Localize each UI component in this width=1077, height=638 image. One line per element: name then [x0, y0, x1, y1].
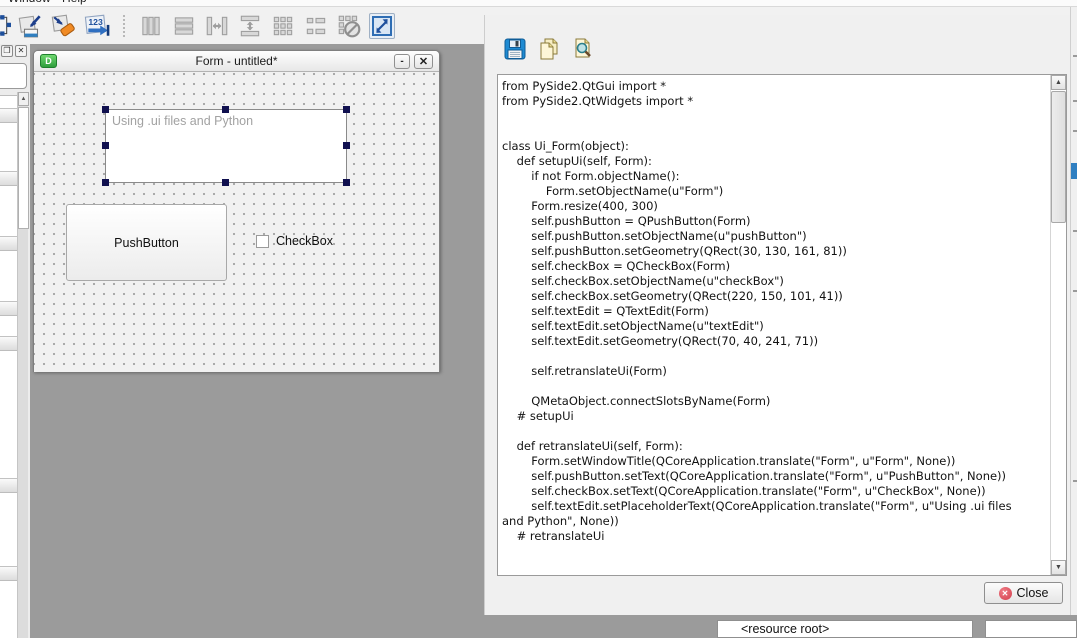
save-button[interactable] — [503, 37, 527, 61]
edit-widgets-icon — [0, 13, 11, 39]
code-preview-dialog: from PySide2.QtGui import * from PySide2… — [484, 15, 1070, 615]
edit-tab-order-icon: 123 — [84, 13, 110, 39]
code-view[interactable]: from PySide2.QtGui import * from PySide2… — [497, 74, 1067, 576]
dock-close-button[interactable]: ✕ — [15, 45, 27, 57]
tree-branch-mark — [1073, 100, 1077, 102]
close-dialog-button[interactable]: ✕ Close — [984, 582, 1063, 604]
resource-preview-panel — [985, 620, 1077, 638]
menu-item-window[interactable]: Window — [8, 0, 51, 5]
close-icon: ✕ — [18, 46, 25, 55]
break-layout-icon — [336, 13, 362, 39]
layout-splitter-horizontal-button[interactable] — [204, 13, 230, 39]
close-circle-icon: ✕ — [999, 587, 1012, 600]
mdi-bottom-strip: <resource root> — [484, 615, 1077, 638]
tab-order-badge: 123 — [88, 16, 103, 26]
close-button[interactable]: ✕ — [414, 54, 433, 69]
menu-item-help[interactable]: Help — [62, 0, 87, 5]
code-text: from PySide2.QtGui import * from PySide2… — [498, 75, 1066, 548]
textedit-placeholder: Using .ui files and Python — [112, 114, 253, 128]
adjust-size-button[interactable] — [369, 13, 395, 39]
edit-widgets-button[interactable] — [0, 13, 11, 39]
selection-handle[interactable] — [102, 106, 109, 113]
checkbox-widget[interactable]: CheckBox — [256, 234, 333, 248]
restore-icon: ❐ — [3, 46, 10, 55]
dock-float-button[interactable]: ❐ — [1, 45, 13, 57]
widget-box-list[interactable] — [0, 95, 17, 638]
form-window-titlebar[interactable]: D Form - untitled* - ✕ — [34, 51, 439, 72]
selection-handle[interactable] — [343, 179, 350, 186]
widget-category-row[interactable] — [0, 336, 17, 351]
checkbox-indicator[interactable] — [256, 235, 269, 248]
layout-form-button[interactable] — [303, 13, 329, 39]
resource-root-item[interactable]: <resource root> — [741, 622, 829, 636]
layout-grid-icon — [270, 13, 296, 39]
code-scrollbar[interactable]: ▲ ▼ — [1050, 75, 1066, 575]
edit-buddies-button[interactable] — [51, 13, 77, 39]
minimize-button[interactable]: - — [394, 54, 410, 69]
textedit-widget[interactable]: Using .ui files and Python — [105, 109, 347, 183]
layout-splitter-horizontal-icon — [204, 13, 230, 39]
copy-icon — [537, 37, 561, 61]
save-icon — [503, 37, 527, 61]
scrollbar-thumb[interactable] — [1051, 91, 1066, 223]
selection-handle[interactable] — [102, 179, 109, 186]
designer-form-icon: D — [40, 54, 57, 68]
arrow-up-icon: ▲ — [1055, 79, 1062, 86]
selection-handle[interactable] — [102, 142, 109, 149]
tree-branch-mark — [1073, 130, 1077, 132]
layout-horizontal-icon — [138, 13, 164, 39]
selection-handle[interactable] — [222, 106, 229, 113]
adjust-size-icon — [370, 13, 394, 39]
layout-vertical-icon — [171, 13, 197, 39]
widget-category-row[interactable] — [0, 236, 17, 251]
widget-box-panel: ❐ ✕ ▲ — [0, 44, 30, 638]
find-icon — [571, 37, 595, 61]
layout-grid-button[interactable] — [270, 13, 296, 39]
scroll-up-button[interactable]: ▲ — [1051, 75, 1066, 90]
layout-splitter-vertical-button[interactable] — [237, 13, 263, 39]
layout-horizontal-button[interactable] — [138, 13, 164, 39]
tree-branch-mark — [1073, 55, 1077, 57]
form-window-title: Form - untitled* — [34, 54, 439, 68]
scroll-down-button[interactable]: ▼ — [1051, 560, 1066, 575]
edit-buddies-icon — [51, 13, 77, 39]
copy-button[interactable] — [537, 37, 561, 61]
layout-vertical-button[interactable] — [171, 13, 197, 39]
layout-form-icon — [303, 13, 329, 39]
find-button[interactable] — [571, 37, 595, 61]
widget-category-row[interactable] — [0, 301, 17, 316]
widget-category-row[interactable] — [0, 108, 17, 123]
resource-browser-panel: <resource root> — [717, 620, 973, 638]
checkbox-label: CheckBox — [276, 234, 333, 248]
widget-category-row[interactable] — [0, 478, 17, 493]
selected-row-mark — [1071, 163, 1077, 179]
widget-box-scrollbar[interactable]: ▲ — [17, 92, 28, 638]
toolbar-separator — [123, 15, 125, 37]
menu-bar: Window Help — [0, 0, 1077, 7]
widget-filter-input[interactable] — [0, 63, 27, 89]
form-canvas[interactable]: Using .ui files and Python PushButton Ch… — [34, 72, 439, 372]
arrow-down-icon: ▼ — [1055, 564, 1062, 571]
background-window-sliver — [1070, 7, 1077, 638]
tree-branch-mark — [1073, 480, 1077, 482]
pushbutton-widget[interactable]: PushButton — [66, 204, 227, 281]
arrow-up-icon[interactable]: ▲ — [18, 92, 29, 106]
tree-branch-mark — [1073, 290, 1077, 292]
selection-handle[interactable] — [343, 106, 350, 113]
break-layout-button[interactable] — [336, 13, 362, 39]
close-button-label: Close — [1017, 586, 1049, 600]
selection-handle[interactable] — [222, 179, 229, 186]
widget-category-row[interactable] — [0, 566, 17, 581]
dialog-toolbar — [503, 37, 595, 61]
tree-branch-mark — [1073, 230, 1077, 232]
layout-splitter-vertical-icon — [237, 13, 263, 39]
widget-category-row[interactable] — [0, 171, 17, 186]
edit-signals-slots-icon — [18, 13, 44, 39]
edit-tab-order-button[interactable]: 123 — [84, 13, 110, 39]
form-designer-window: D Form - untitled* - ✕ Using .ui files a… — [33, 50, 440, 372]
edit-signals-slots-button[interactable] — [18, 13, 44, 39]
scrollbar-thumb[interactable] — [18, 107, 29, 229]
selection-handle[interactable] — [343, 142, 350, 149]
